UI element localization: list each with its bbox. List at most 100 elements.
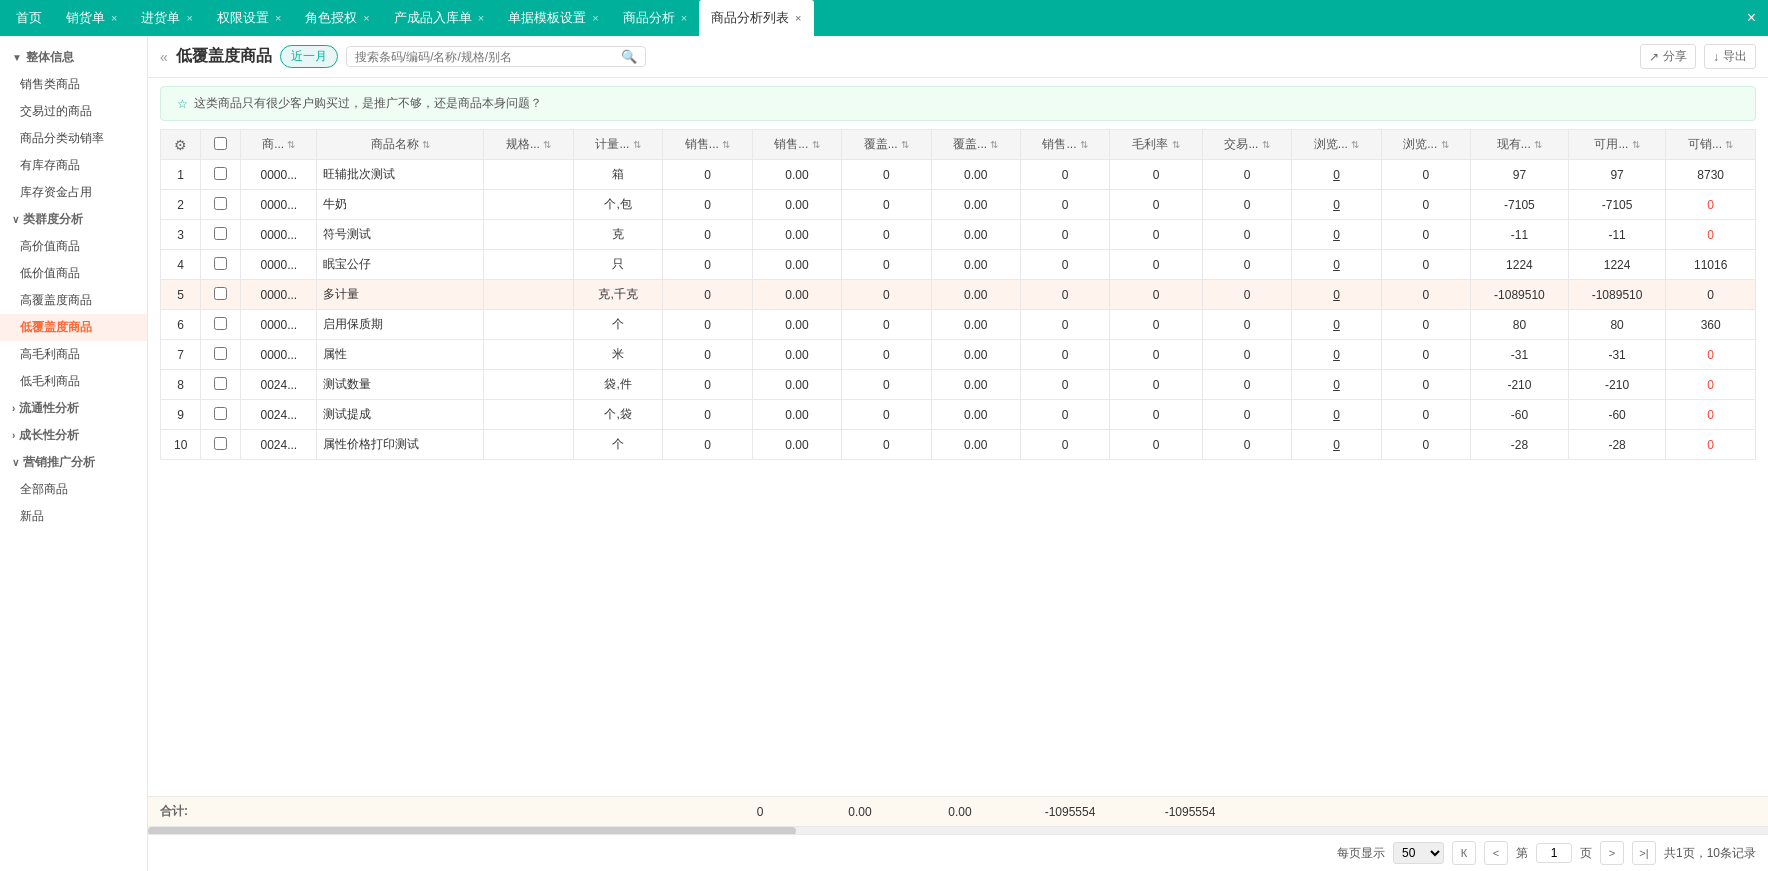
sidebar-toggle-overall[interactable]: ▼ 整体信息 bbox=[0, 44, 147, 71]
row-select-checkbox[interactable] bbox=[214, 227, 227, 240]
last-page-btn[interactable]: >| bbox=[1632, 841, 1656, 865]
next-page-btn[interactable]: > bbox=[1600, 841, 1624, 865]
sort-icon-stock1[interactable]: ⇅ bbox=[1534, 139, 1542, 150]
filter-recent-month-btn[interactable]: 近一月 bbox=[280, 45, 338, 68]
row-select-checkbox[interactable] bbox=[214, 347, 227, 360]
sort-icon-sales2[interactable]: ⇅ bbox=[812, 139, 820, 150]
tab-product-analysis[interactable]: 商品分析 × bbox=[611, 0, 699, 36]
row-checkbox[interactable] bbox=[201, 430, 241, 460]
row-checkbox[interactable] bbox=[201, 280, 241, 310]
row-browse1[interactable]: 0 bbox=[1292, 160, 1381, 190]
row-select-checkbox[interactable] bbox=[214, 437, 227, 450]
sort-icon-gross[interactable]: ⇅ bbox=[1172, 139, 1180, 150]
row-select-checkbox[interactable] bbox=[214, 407, 227, 420]
sidebar-item-category-sales-rate[interactable]: 商品分类动销率 bbox=[0, 125, 147, 152]
row-checkbox[interactable] bbox=[201, 370, 241, 400]
row-name[interactable]: 旺辅批次测试 bbox=[317, 160, 484, 190]
sort-icon-cov1[interactable]: ⇅ bbox=[901, 139, 909, 150]
row-select-checkbox[interactable] bbox=[214, 197, 227, 210]
sidebar-item-all-goods[interactable]: 全部商品 bbox=[0, 476, 147, 503]
close-tab-sales-order[interactable]: × bbox=[111, 12, 117, 24]
sort-icon-trade[interactable]: ⇅ bbox=[1262, 139, 1270, 150]
close-tab-product-analysis-list[interactable]: × bbox=[795, 12, 801, 24]
row-name[interactable]: 牛奶 bbox=[317, 190, 484, 220]
sidebar-item-new-goods[interactable]: 新品 bbox=[0, 503, 147, 530]
row-select-checkbox[interactable] bbox=[214, 167, 227, 180]
row-name[interactable]: 属性价格打印测试 bbox=[317, 430, 484, 460]
row-checkbox[interactable] bbox=[201, 160, 241, 190]
sidebar-item-low-value[interactable]: 低价值商品 bbox=[0, 260, 147, 287]
sidebar-item-high-coverage[interactable]: 高覆盖度商品 bbox=[0, 287, 147, 314]
horizontal-scrollbar[interactable] bbox=[148, 826, 1768, 834]
row-name[interactable]: 测试数量 bbox=[317, 370, 484, 400]
row-select-checkbox[interactable] bbox=[214, 317, 227, 330]
tab-product-analysis-list[interactable]: 商品分析列表 × bbox=[699, 0, 813, 36]
tab-purchase[interactable]: 进货单 × bbox=[129, 0, 204, 36]
row-name[interactable]: 属性 bbox=[317, 340, 484, 370]
tab-sales-order[interactable]: 销货单 × bbox=[54, 0, 129, 36]
row-browse1[interactable]: 0 bbox=[1292, 220, 1381, 250]
row-name[interactable]: 符号测试 bbox=[317, 220, 484, 250]
row-checkbox[interactable] bbox=[201, 400, 241, 430]
tab-role-auth[interactable]: 角色授权 × bbox=[293, 0, 381, 36]
sort-icon-code[interactable]: ⇅ bbox=[287, 139, 295, 150]
row-name[interactable]: 启用保质期 bbox=[317, 310, 484, 340]
tab-product-warehouse[interactable]: 产成品入库单 × bbox=[382, 0, 496, 36]
sort-icon-cov2[interactable]: ⇅ bbox=[990, 139, 998, 150]
close-tab-permissions[interactable]: × bbox=[275, 12, 281, 24]
sort-icon-browse2[interactable]: ⇅ bbox=[1441, 139, 1449, 150]
close-tab-role-auth[interactable]: × bbox=[363, 12, 369, 24]
row-checkbox[interactable] bbox=[201, 190, 241, 220]
row-name[interactable]: 测试提成 bbox=[317, 400, 484, 430]
sort-icon-browse1[interactable]: ⇅ bbox=[1351, 139, 1359, 150]
sidebar-toggle-marketing[interactable]: ∨ 营销推广分析 bbox=[0, 449, 147, 476]
close-tab-product-analysis[interactable]: × bbox=[681, 12, 687, 24]
sidebar-item-sales-goods[interactable]: 销售类商品 bbox=[0, 71, 147, 98]
share-btn[interactable]: ↗ 分享 bbox=[1640, 44, 1696, 69]
first-page-btn[interactable]: К bbox=[1452, 841, 1476, 865]
sort-icon-name[interactable]: ⇅ bbox=[422, 139, 430, 150]
sidebar-item-high-value[interactable]: 高价值商品 bbox=[0, 233, 147, 260]
row-browse1[interactable]: 0 bbox=[1292, 250, 1381, 280]
page-number-input[interactable] bbox=[1536, 843, 1572, 863]
settings-icon[interactable]: ⚙ bbox=[174, 137, 187, 153]
close-tab-product-warehouse[interactable]: × bbox=[478, 12, 484, 24]
row-browse1[interactable]: 0 bbox=[1292, 310, 1381, 340]
sidebar-toggle-circulation[interactable]: › 流通性分析 bbox=[0, 395, 147, 422]
sidebar-item-stock-capital[interactable]: 库存资金占用 bbox=[0, 179, 147, 206]
row-select-checkbox[interactable] bbox=[214, 377, 227, 390]
tab-template-settings[interactable]: 单据模板设置 × bbox=[496, 0, 610, 36]
row-name[interactable]: 眠宝公仔 bbox=[317, 250, 484, 280]
sort-icon-sales3[interactable]: ⇅ bbox=[1080, 139, 1088, 150]
sidebar-item-low-coverage[interactable]: 低覆盖度商品 bbox=[0, 314, 147, 341]
sort-icon-spec[interactable]: ⇅ bbox=[543, 139, 551, 150]
row-browse1[interactable]: 0 bbox=[1292, 430, 1381, 460]
row-select-checkbox[interactable] bbox=[214, 287, 227, 300]
row-browse1[interactable]: 0 bbox=[1292, 280, 1381, 310]
close-all-tabs[interactable]: × bbox=[1739, 9, 1764, 27]
row-checkbox[interactable] bbox=[201, 310, 241, 340]
sidebar-toggle-cluster-analysis[interactable]: ∨ 类群度分析 bbox=[0, 206, 147, 233]
sort-icon-stock3[interactable]: ⇅ bbox=[1725, 139, 1733, 150]
tab-permissions[interactable]: 权限设置 × bbox=[205, 0, 293, 36]
row-browse1[interactable]: 0 bbox=[1292, 340, 1381, 370]
close-tab-template-settings[interactable]: × bbox=[592, 12, 598, 24]
row-select-checkbox[interactable] bbox=[214, 257, 227, 270]
sort-icon-stock2[interactable]: ⇅ bbox=[1632, 139, 1640, 150]
close-tab-purchase[interactable]: × bbox=[186, 12, 192, 24]
collapse-sidebar-btn[interactable]: « bbox=[160, 49, 168, 65]
page-size-select[interactable]: 50 20 100 200 bbox=[1393, 842, 1444, 864]
sort-icon-unit[interactable]: ⇅ bbox=[633, 139, 641, 150]
row-browse1[interactable]: 0 bbox=[1292, 190, 1381, 220]
col-gear[interactable]: ⚙ bbox=[161, 130, 201, 160]
search-icon[interactable]: 🔍 bbox=[621, 49, 637, 64]
row-browse1[interactable]: 0 bbox=[1292, 400, 1381, 430]
sidebar-item-in-stock[interactable]: 有库存商品 bbox=[0, 152, 147, 179]
row-checkbox[interactable] bbox=[201, 340, 241, 370]
sidebar-toggle-growth[interactable]: › 成长性分析 bbox=[0, 422, 147, 449]
select-all-checkbox[interactable] bbox=[214, 137, 227, 150]
row-name[interactable]: 多计量 bbox=[317, 280, 484, 310]
row-checkbox[interactable] bbox=[201, 250, 241, 280]
export-btn[interactable]: ↓ 导出 bbox=[1704, 44, 1756, 69]
tab-home[interactable]: 首页 bbox=[4, 0, 54, 36]
